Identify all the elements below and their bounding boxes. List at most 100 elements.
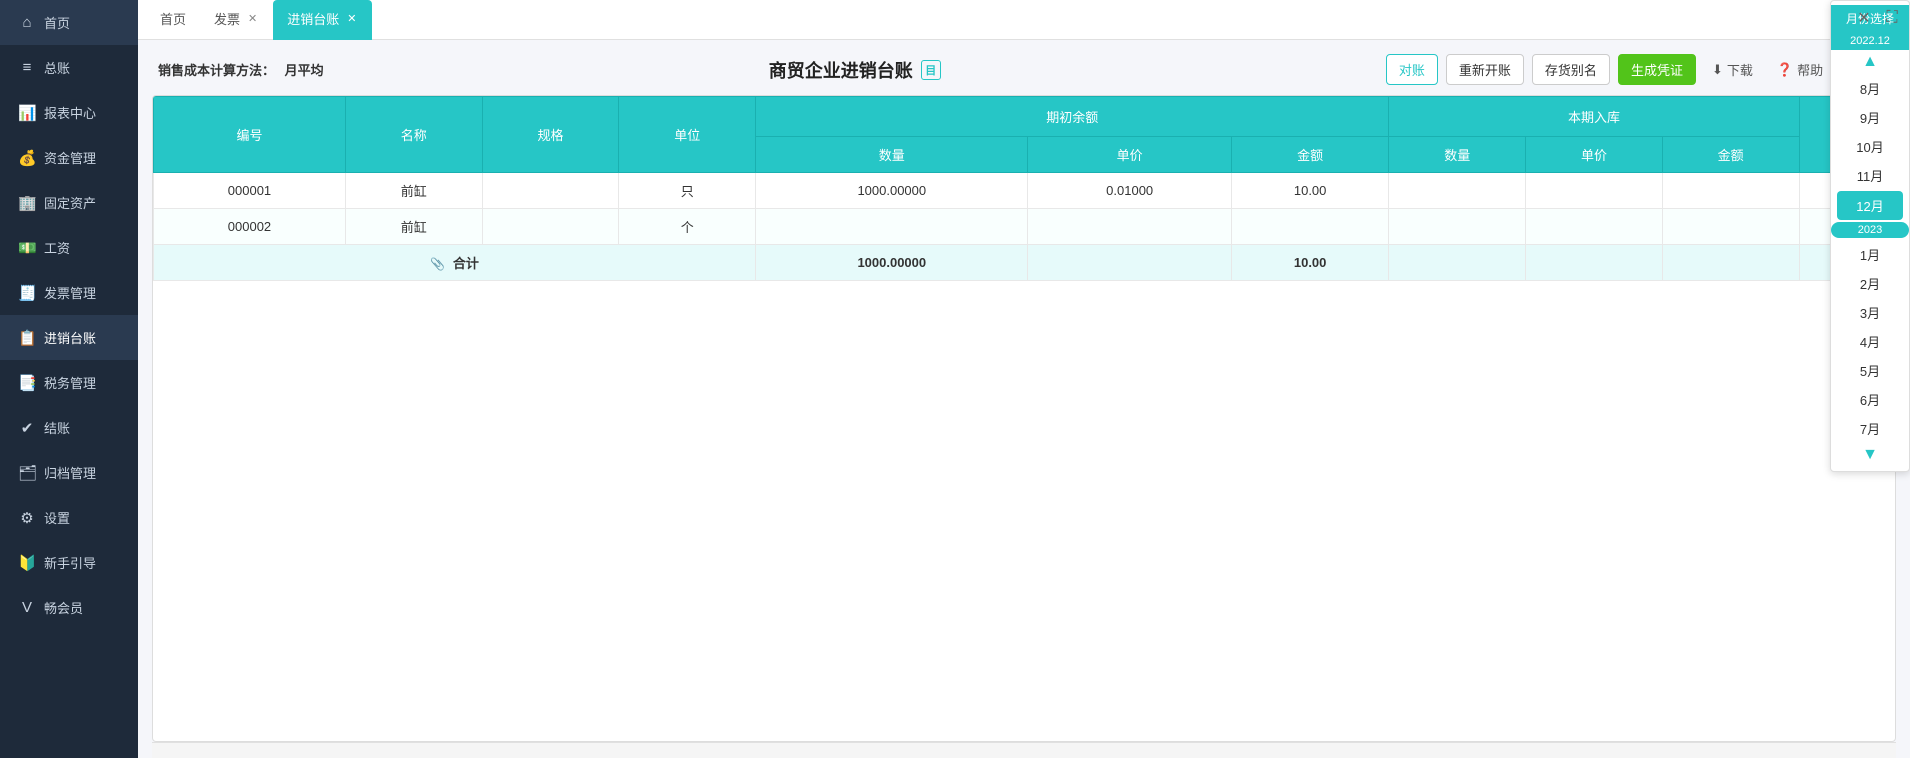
cell-opening-qty xyxy=(756,209,1028,245)
cell-inbound-qty xyxy=(1389,209,1526,245)
reports-icon: 📊 xyxy=(18,104,36,122)
sidebar-item-inventory[interactable]: 📋 进销台账 xyxy=(0,315,138,360)
sidebar-item-invoice-mgmt[interactable]: 🧾 发票管理 xyxy=(0,270,138,315)
cell-opening-amount: 10.00 xyxy=(1231,173,1388,209)
col-header-inbound-amount: 金额 xyxy=(1662,137,1799,173)
sidebar-item-guide[interactable]: 🔰 新手引导 xyxy=(0,540,138,585)
sidebar-item-assets[interactable]: 🏢 固定资产 xyxy=(0,180,138,225)
tab-invoice-close[interactable]: ✕ xyxy=(246,12,259,25)
title-info-icon[interactable]: 目 xyxy=(921,60,941,80)
maximize-window-button[interactable]: ⛶ xyxy=(1882,8,1902,28)
sidebar: ⌂ 首页 ≡ 总账 📊 报表中心 💰 资金管理 🏢 固定资产 💵 工资 🧾 发票… xyxy=(0,0,138,758)
month-scroll-up[interactable]: ▲ xyxy=(1831,50,1909,74)
cell-unit: 只 xyxy=(619,173,756,209)
tab-bar: 首页 发票 ✕ 进销台账 ✕ xyxy=(138,0,1910,40)
sidebar-item-label: 工资 xyxy=(44,238,70,257)
tab-invoice-label: 发票 xyxy=(214,9,240,28)
tab-invoice[interactable]: 发票 ✕ xyxy=(200,0,273,40)
sidebar-item-settlement[interactable]: ✔ 结账 xyxy=(0,405,138,450)
cell-id: 000001 xyxy=(154,173,346,209)
month-item-1[interactable]: 1月 xyxy=(1831,240,1909,269)
col-header-name: 名称 xyxy=(345,97,482,173)
col-header-opening-qty: 数量 xyxy=(756,137,1028,173)
sidebar-item-label: 资金管理 xyxy=(44,148,96,167)
month-item-9[interactable]: 9月 xyxy=(1831,103,1909,132)
tab-inventory[interactable]: 进销台账 ✕ xyxy=(273,0,372,40)
sidebar-item-home[interactable]: ⌂ 首页 xyxy=(0,0,138,45)
col-header-unit: 单位 xyxy=(619,97,756,173)
col-header-inbound-qty: 数量 xyxy=(1389,137,1526,173)
sidebar-item-settings[interactable]: ⚙ 设置 xyxy=(0,495,138,540)
sidebar-item-label: 首页 xyxy=(44,13,70,32)
guide-icon: 🔰 xyxy=(18,554,36,572)
sidebar-item-label: 设置 xyxy=(44,508,70,527)
cell-opening-price: 0.01000 xyxy=(1028,173,1231,209)
sidebar-item-label: 畅会员 xyxy=(44,598,83,617)
month-selector-panel: 月份选择 2022.12 ▲ 8月 9月 10月 11月 12月 2023 1月… xyxy=(1830,0,1910,472)
ledger-icon: ≡ xyxy=(18,59,36,76)
reopen-button[interactable]: 重新开账 xyxy=(1446,54,1524,85)
download-button[interactable]: ⬇ 下载 xyxy=(1704,55,1761,84)
col-header-opening-price: 单价 xyxy=(1028,137,1231,173)
toolbar: 对账 重新开账 存货别名 生成凭证 ⬇ 下载 ❓ 帮助 ↻ 刷新 xyxy=(1386,54,1896,85)
scrollbar-area[interactable] xyxy=(152,742,1896,758)
cell-id: 000002 xyxy=(154,209,346,245)
save-alias-button[interactable]: 存货别名 xyxy=(1532,54,1610,85)
tab-home-label: 首页 xyxy=(160,9,186,28)
col-header-inbound: 本期入库 xyxy=(1389,97,1799,137)
close-window-button[interactable]: ✕ xyxy=(1854,8,1874,28)
home-icon: ⌂ xyxy=(18,14,36,31)
tax-icon: 📑 xyxy=(18,374,36,392)
sidebar-item-reports[interactable]: 📊 报表中心 xyxy=(0,90,138,135)
help-button[interactable]: ❓ 帮助 xyxy=(1769,55,1831,84)
cell-spec xyxy=(482,209,619,245)
tab-inventory-label: 进销台账 xyxy=(287,9,339,28)
sidebar-item-label: 新手引导 xyxy=(44,553,96,572)
month-item-6[interactable]: 6月 xyxy=(1831,385,1909,414)
total-opening-amount: 10.00 xyxy=(1231,245,1388,281)
archive-icon: 🗂 xyxy=(18,464,36,482)
col-header-opening-amount: 金额 xyxy=(1231,137,1388,173)
page-title: 商贸企业进销台账 目 xyxy=(324,57,1386,83)
total-label: 📎 合计 xyxy=(154,245,756,281)
sidebar-item-funds[interactable]: 💰 资金管理 xyxy=(0,135,138,180)
month-item-10[interactable]: 10月 xyxy=(1831,132,1909,161)
sidebar-item-vip[interactable]: V 畅会员 xyxy=(0,585,138,630)
reconcile-button[interactable]: 对账 xyxy=(1386,54,1438,85)
month-item-7[interactable]: 7月 xyxy=(1831,414,1909,443)
sidebar-item-label: 归档管理 xyxy=(44,463,96,482)
sidebar-item-archive[interactable]: 🗂 归档管理 xyxy=(0,450,138,495)
main-area: 首页 发票 ✕ 进销台账 ✕ 销售成本计算方法： 月平均 商贸企业进销台账 目 … xyxy=(138,0,1910,758)
month-item-4[interactable]: 4月 xyxy=(1831,327,1909,356)
sidebar-item-label: 总账 xyxy=(44,58,70,77)
col-header-opening: 期初余额 xyxy=(756,97,1389,137)
sidebar-item-ledger[interactable]: ≡ 总账 xyxy=(0,45,138,90)
settings-icon: ⚙ xyxy=(18,509,36,527)
cell-name: 前缸 xyxy=(345,209,482,245)
table-row: 000002 前缸 个 xyxy=(154,209,1895,245)
total-inbound-price xyxy=(1526,245,1663,281)
sidebar-item-tax[interactable]: 📑 税务管理 xyxy=(0,360,138,405)
col-header-inbound-price: 单价 xyxy=(1526,137,1663,173)
inventory-table: 编号 名称 规格 单位 期初余额 本期入库 数 数量 单价 金额 数量 单价 xyxy=(153,96,1895,281)
cell-opening-qty: 1000.00000 xyxy=(756,173,1028,209)
month-item-5[interactable]: 5月 xyxy=(1831,356,1909,385)
window-controls: ✕ ⛶ xyxy=(1854,8,1902,28)
col-header-spec: 规格 xyxy=(482,97,619,173)
month-item-8[interactable]: 8月 xyxy=(1831,74,1909,103)
tab-home[interactable]: 首页 xyxy=(146,0,200,40)
total-opening-price xyxy=(1028,245,1231,281)
sidebar-item-payroll[interactable]: 💵 工资 xyxy=(0,225,138,270)
cell-opening-price xyxy=(1028,209,1231,245)
cell-inbound-price xyxy=(1526,173,1663,209)
vip-icon: V xyxy=(18,599,36,616)
year-2023-badge[interactable]: 2023 xyxy=(1831,222,1909,238)
month-scroll-down[interactable]: ▼ xyxy=(1831,443,1909,467)
tab-inventory-close[interactable]: ✕ xyxy=(345,12,358,25)
month-item-2[interactable]: 2月 xyxy=(1831,269,1909,298)
month-item-3[interactable]: 3月 xyxy=(1831,298,1909,327)
month-item-11[interactable]: 11月 xyxy=(1831,161,1909,190)
month-item-12[interactable]: 12月 xyxy=(1837,191,1903,220)
generate-voucher-button[interactable]: 生成凭证 xyxy=(1618,54,1696,85)
sidebar-item-label: 结账 xyxy=(44,418,70,437)
